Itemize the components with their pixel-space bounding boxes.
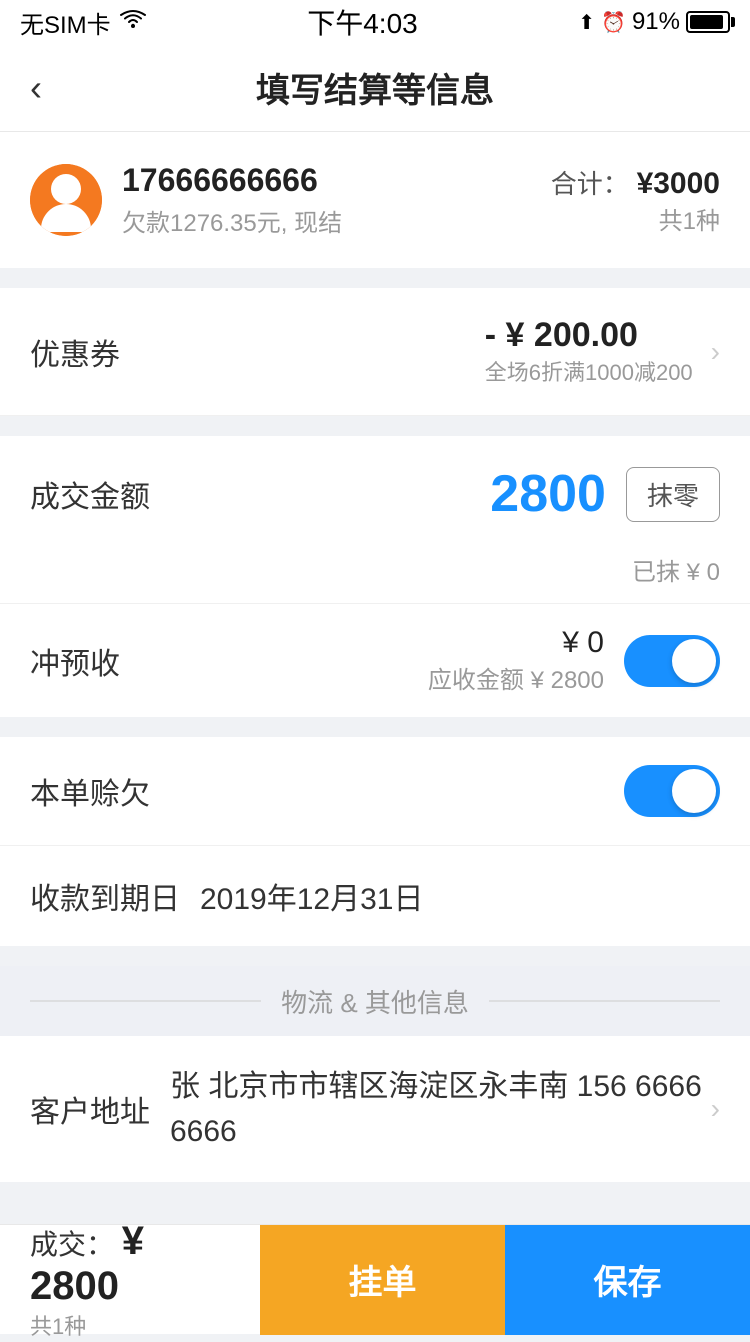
debt-toggle-knob: [672, 769, 716, 813]
status-right: ⬆ ⏰ 91%: [578, 8, 730, 36]
total-amount: ¥3000: [637, 167, 720, 200]
status-bar: 无SIM卡 下午4:03 ⬆ ⏰ 91%: [0, 0, 750, 44]
save-button[interactable]: 保存: [505, 1225, 750, 1335]
amount-label: 成交金额: [30, 472, 150, 516]
bottom-gap: [0, 1182, 750, 1222]
section-gap-3: [0, 946, 750, 966]
coupon-desc: 全场6折满1000减200: [485, 355, 693, 387]
pending-button[interactable]: 挂单: [260, 1225, 505, 1335]
coupon-discount: - ¥ 200.00: [485, 316, 693, 355]
section-gap-2: [0, 717, 750, 737]
page-title: 填写结算等信息: [256, 63, 494, 112]
carrier-label: 无SIM卡: [20, 5, 111, 40]
amount-right: 2800 抹零: [490, 464, 720, 524]
section-gap-1: [0, 416, 750, 436]
debt-toggle[interactable]: [624, 765, 720, 817]
amount-row: 成交金额 2800 抹零: [0, 436, 750, 552]
debt-label: 本单赊欠: [30, 769, 150, 813]
customer-left: 17666666666 欠款1276.35元, 现结: [30, 162, 342, 238]
prepay-values: ¥ 0 应收金额 ¥ 2800: [428, 626, 604, 695]
customer-phone: 17666666666: [122, 162, 342, 199]
address-chevron-icon: ›: [711, 1093, 720, 1125]
prepay-right: ¥ 0 应收金额 ¥ 2800: [428, 626, 720, 695]
logistics-divider: 物流 & 其他信息: [0, 966, 750, 1036]
status-left: 无SIM卡: [20, 5, 147, 40]
main-content: 17666666666 欠款1276.35元, 现结 合计： ¥3000 共1种…: [0, 132, 750, 1342]
status-time: 下午4:03: [307, 2, 418, 42]
wifi-icon: [119, 8, 147, 36]
toggle-knob: [672, 639, 716, 683]
address-row[interactable]: 客户地址 张 北京市市辖区海淀区永丰南 156 6666 6666 ›: [0, 1036, 750, 1182]
prepay-amount: ¥ 0: [428, 626, 604, 660]
chevron-right-icon: ›: [711, 336, 720, 368]
prepay-label: 冲预收: [30, 639, 120, 683]
prepay-sub: 应收金额 ¥ 2800: [428, 660, 604, 695]
prepay-row: 冲预收 ¥ 0 应收金额 ¥ 2800: [0, 603, 750, 717]
deal-label: 成交：: [30, 1229, 114, 1260]
logistics-text: 物流 & 其他信息: [261, 983, 489, 1020]
round-button[interactable]: 抹零: [626, 467, 720, 522]
customer-card: 17666666666 欠款1276.35元, 现结 合计： ¥3000 共1种: [0, 132, 750, 268]
bottom-bar: 成交： ¥ 2800 共1种 挂单 保存: [0, 1224, 750, 1334]
coupon-label: 优惠券: [30, 330, 120, 374]
coupon-row[interactable]: 优惠券 - ¥ 200.00 全场6折满1000减200 ›: [0, 288, 750, 416]
prepay-toggle[interactable]: [624, 635, 720, 687]
total-count: 共1种: [551, 201, 720, 236]
battery-percent: 91%: [632, 8, 680, 36]
alarm-icon: ⏰: [601, 10, 626, 35]
amount-sub: 已抹 ¥ 0: [0, 552, 750, 603]
due-date-value: 2019年12月31日: [200, 874, 423, 918]
address-value: 张 北京市市辖区海淀区永丰南 156 6666 6666: [170, 1064, 703, 1154]
customer-debt: 欠款1276.35元, 现结: [122, 203, 342, 238]
address-label: 客户地址: [30, 1087, 150, 1131]
total-label: 合计：: [551, 169, 629, 199]
coupon-right: - ¥ 200.00 全场6折满1000减200 ›: [485, 316, 720, 387]
location-icon: ⬆: [578, 10, 595, 35]
customer-total: 合计： ¥3000 共1种: [551, 164, 720, 236]
due-date-label: 收款到期日: [30, 874, 180, 918]
battery-icon: [686, 11, 730, 33]
amount-value: 2800: [490, 464, 606, 524]
debt-row: 本单赊欠: [0, 737, 750, 845]
due-date-row: 收款到期日 2019年12月31日: [0, 845, 750, 946]
nav-bar: ‹ 填写结算等信息: [0, 44, 750, 132]
bottom-summary: 成交： ¥ 2800 共1种: [0, 1219, 260, 1341]
customer-info: 17666666666 欠款1276.35元, 现结: [122, 162, 342, 238]
amount-section: 成交金额 2800 抹零 已抹 ¥ 0 冲预收 ¥ 0 应收金额 ¥ 2800: [0, 436, 750, 717]
back-button[interactable]: ‹: [30, 67, 90, 109]
avatar: [30, 164, 102, 236]
